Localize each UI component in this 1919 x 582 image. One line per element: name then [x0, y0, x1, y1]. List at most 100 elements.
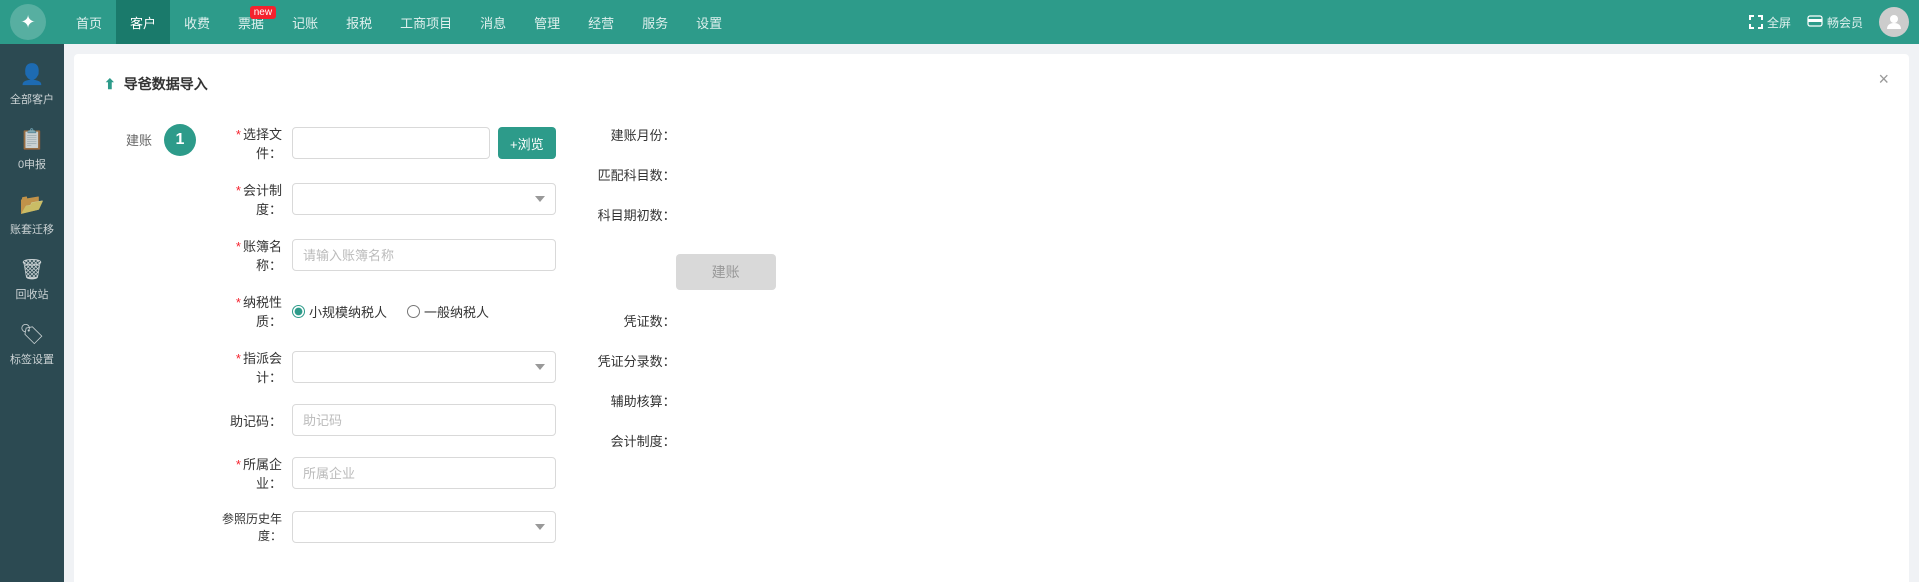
import-icon: ⬆	[104, 76, 116, 93]
app-logo: ✦	[10, 4, 46, 40]
tax-type-row: *纳税性质： 小规模纳税人 一般纳税人	[212, 292, 556, 330]
form-right: 建账月份： 匹配科目数： 科目期初数： 建账 凭证	[556, 124, 856, 582]
card-title: ⬆ 导爸数据导入	[104, 74, 1879, 94]
member-button[interactable]: 畅会员	[1807, 14, 1863, 31]
right-accounting-system-label: 会计制度：	[596, 431, 686, 450]
nav-business[interactable]: 工商项目	[386, 0, 466, 44]
tax-type-label: *纳税性质：	[212, 292, 292, 330]
nav-fee[interactable]: 收费	[170, 0, 224, 44]
accountant-label: *指派会计：	[212, 348, 292, 386]
memo-code-input[interactable]	[292, 404, 556, 436]
tax-small-radio[interactable]: 小规模纳税人	[292, 302, 387, 321]
accountant-select[interactable]	[292, 351, 556, 383]
create-btn-wrap: 建账	[596, 244, 856, 290]
voucher-count-label: 凭证数：	[596, 311, 686, 330]
create-account-button[interactable]: 建账	[676, 254, 776, 290]
sidebar: 👤 全部客户 📋 0申报 📂 账套迁移 🗑 回收站 🏷 标签设置	[0, 44, 64, 582]
member-label: 畅会员	[1827, 14, 1863, 31]
nav-badge-new: new	[250, 6, 276, 19]
aux-accounting-value	[686, 390, 856, 410]
accounting-system-select[interactable]	[292, 183, 556, 215]
sidebar-item-all-customers[interactable]: 👤 全部客户	[0, 54, 64, 115]
main-layout: 👤 全部客户 📋 0申报 📂 账套迁移 🗑 回收站 🏷 标签设置 ⬆ 导爸数据导…	[0, 44, 1919, 582]
init-amount-label: 科目期初数：	[596, 205, 686, 224]
sidebar-item-trash-label: 回收站	[16, 286, 49, 302]
sidebar-item-migrate[interactable]: 📂 账套迁移	[0, 184, 64, 245]
fullscreen-button[interactable]: 全屏	[1749, 14, 1791, 31]
company-input[interactable]	[292, 457, 556, 489]
browse-button[interactable]: +浏览	[498, 127, 556, 159]
file-input-group: +浏览	[292, 127, 556, 159]
voucher-count-value	[686, 310, 856, 330]
init-amount-row: 科目期初数：	[596, 204, 856, 224]
file-input[interactable]	[292, 127, 490, 159]
step-form: *选择文件： +浏览 *会计制度：	[212, 124, 556, 562]
right-accounting-system-value	[686, 430, 856, 450]
migrate-icon: 📂	[20, 192, 45, 217]
user-avatar[interactable]	[1879, 7, 1909, 37]
tax-type-radio-group: 小规模纳税人 一般纳税人	[292, 302, 489, 321]
nav-settings[interactable]: 设置	[682, 0, 736, 44]
history-year-label: 参照历史年度：	[212, 510, 292, 544]
sidebar-item-tag[interactable]: 🏷 标签设置	[0, 314, 64, 375]
fullscreen-icon	[1749, 15, 1763, 29]
top-nav: ✦ 首页 客户 收费 票据 new 记账 报税 工商项目 消息 管理 经营 服务…	[0, 0, 1919, 44]
accounting-month-label: 建账月份：	[596, 125, 686, 144]
voucher-entries-label: 凭证分录数：	[596, 351, 686, 370]
content-area: ⬆ 导爸数据导入 × 建账 1 *选择文件：	[64, 44, 1919, 582]
nav-service[interactable]: 服务	[628, 0, 682, 44]
history-year-row: 参照历史年度：	[212, 510, 556, 544]
nav-customer[interactable]: 客户	[116, 0, 170, 44]
sidebar-item-tag-label: 标签设置	[10, 351, 54, 367]
accounting-month-row: 建账月份：	[596, 124, 856, 144]
file-row: *选择文件： +浏览	[212, 124, 556, 162]
nav-invoice[interactable]: 票据 new	[224, 0, 278, 44]
nav-account[interactable]: 记账	[278, 0, 332, 44]
company-label: *所属企业：	[212, 454, 292, 492]
all-customers-icon: 👤	[20, 62, 45, 87]
match-subjects-value	[686, 164, 856, 184]
member-icon	[1807, 14, 1823, 30]
match-subjects-label: 匹配科目数：	[596, 165, 686, 184]
ledger-name-input[interactable]	[292, 239, 556, 271]
page-title: 导爸数据导入	[124, 74, 208, 94]
tax-general-label: 一般纳税人	[424, 302, 489, 321]
trash-icon: 🗑	[19, 257, 44, 282]
sidebar-item-trash[interactable]: 🗑 回收站	[0, 249, 64, 310]
aux-accounting-row: 辅助核算：	[596, 390, 856, 410]
right-accounting-system-row: 会计制度：	[596, 430, 856, 450]
voucher-entries-row: 凭证分录数：	[596, 350, 856, 370]
match-subjects-row: 匹配科目数：	[596, 164, 856, 184]
sidebar-item-declare[interactable]: 📋 0申报	[0, 119, 64, 180]
ledger-name-label: *账簿名称：	[212, 236, 292, 274]
sidebar-item-migrate-label: 账套迁移	[10, 221, 54, 237]
accounting-system-label: *会计制度：	[212, 180, 292, 218]
tag-icon: 🏷	[19, 322, 44, 347]
voucher-entries-value	[686, 350, 856, 370]
accounting-system-row: *会计制度：	[212, 180, 556, 218]
accountant-row: *指派会计：	[212, 348, 556, 386]
nav-message[interactable]: 消息	[466, 0, 520, 44]
sidebar-item-all-customers-label: 全部客户	[10, 91, 54, 107]
close-button[interactable]: ×	[1878, 70, 1889, 88]
tax-general-radio[interactable]: 一般纳税人	[407, 302, 489, 321]
sidebar-item-declare-label: 0申报	[18, 156, 46, 172]
fullscreen-label: 全屏	[1767, 14, 1791, 31]
step-badge: 1	[164, 124, 196, 156]
declare-icon: 📋	[20, 127, 45, 152]
form-area: 建账 1 *选择文件： +浏览	[104, 124, 1879, 582]
voucher-count-row: 凭证数：	[596, 310, 856, 330]
nav-manage[interactable]: 管理	[520, 0, 574, 44]
import-card: ⬆ 导爸数据导入 × 建账 1 *选择文件：	[74, 54, 1909, 582]
nav-home[interactable]: 首页	[62, 0, 116, 44]
top-nav-right: 全屏 畅会员	[1749, 7, 1909, 37]
memo-code-row: 助记码：	[212, 404, 556, 436]
history-year-select[interactable]	[292, 511, 556, 543]
accounting-month-value	[686, 124, 856, 144]
nav-tax[interactable]: 报税	[332, 0, 386, 44]
form-left: 建账 1 *选择文件： +浏览	[104, 124, 556, 582]
company-row: *所属企业：	[212, 454, 556, 492]
step-label: 建账	[104, 124, 164, 149]
ledger-name-row: *账簿名称：	[212, 236, 556, 274]
nav-operation[interactable]: 经营	[574, 0, 628, 44]
